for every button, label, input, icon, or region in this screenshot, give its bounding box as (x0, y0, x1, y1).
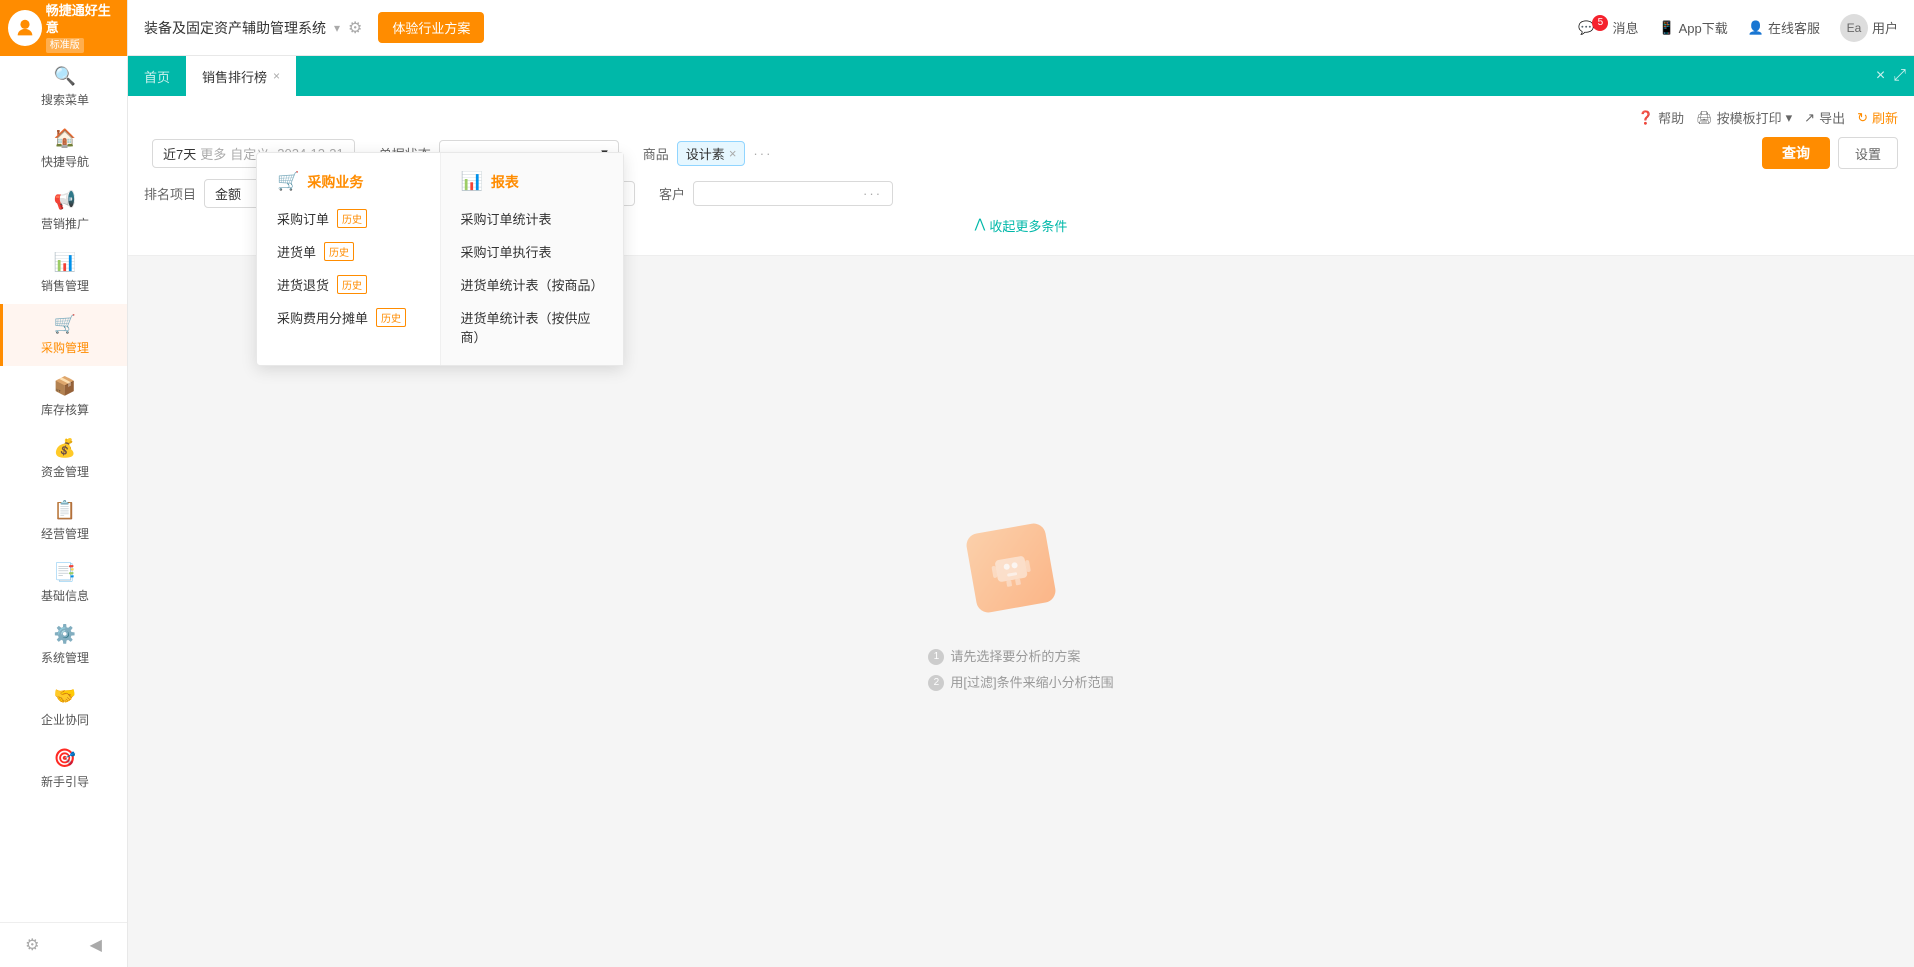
history-badge-3: 历史 (337, 275, 367, 294)
menu-item-incoming[interactable]: 进货单 历史 (257, 235, 440, 268)
report-header: 📊 报表 (441, 165, 624, 202)
business-col: 🛒 采购业务 采购订单 历史 进货单 历史 进货退货 历史 (257, 153, 441, 365)
menu-item-purchase-order[interactable]: 采购订单 历史 (257, 202, 440, 235)
business-icon: 🛒 (277, 171, 299, 192)
menu-item-expense[interactable]: 采购费用分摊单 历史 (257, 301, 440, 334)
report-col: 📊 报表 采购订单统计表 采购订单执行表 进货单统计表（按商品） 进货单统计表（… (441, 153, 624, 365)
menu-item-order-stat[interactable]: 采购订单统计表 (441, 202, 624, 235)
history-badge-2: 历史 (324, 242, 354, 261)
menu-item-incoming-by-supplier[interactable]: 进货单统计表（按供应商） (441, 301, 624, 353)
menu-item-order-exec[interactable]: 采购订单执行表 (441, 235, 624, 268)
content-area: ❓ 帮助 🖨 按模板打印 ▾ ↗ 导出 ↻ 刷新 (128, 96, 1914, 967)
app-container: 畅捷通好生意 标准版 🔍 搜索菜单 🏠 快捷导航 📢 营销推广 📊 销售管理 🛒… (0, 0, 1914, 967)
history-badge-4: 历史 (376, 308, 406, 327)
menu-item-return[interactable]: 进货退货 历史 (257, 268, 440, 301)
menu-item-incoming-by-goods[interactable]: 进货单统计表（按商品） (441, 268, 624, 301)
main-area: 装备及固定资产辅助管理系统 ▾ ⚙ 体验行业方案 💬 5 消息 📱 App下载 … (128, 0, 1914, 967)
purchase-dropdown-menu: 🛒 采购业务 采购订单 历史 进货单 历史 进货退货 历史 (256, 152, 624, 366)
business-header: 🛒 采购业务 (257, 165, 440, 202)
history-badge: 历史 (337, 209, 367, 228)
report-icon: 📊 (461, 171, 483, 192)
